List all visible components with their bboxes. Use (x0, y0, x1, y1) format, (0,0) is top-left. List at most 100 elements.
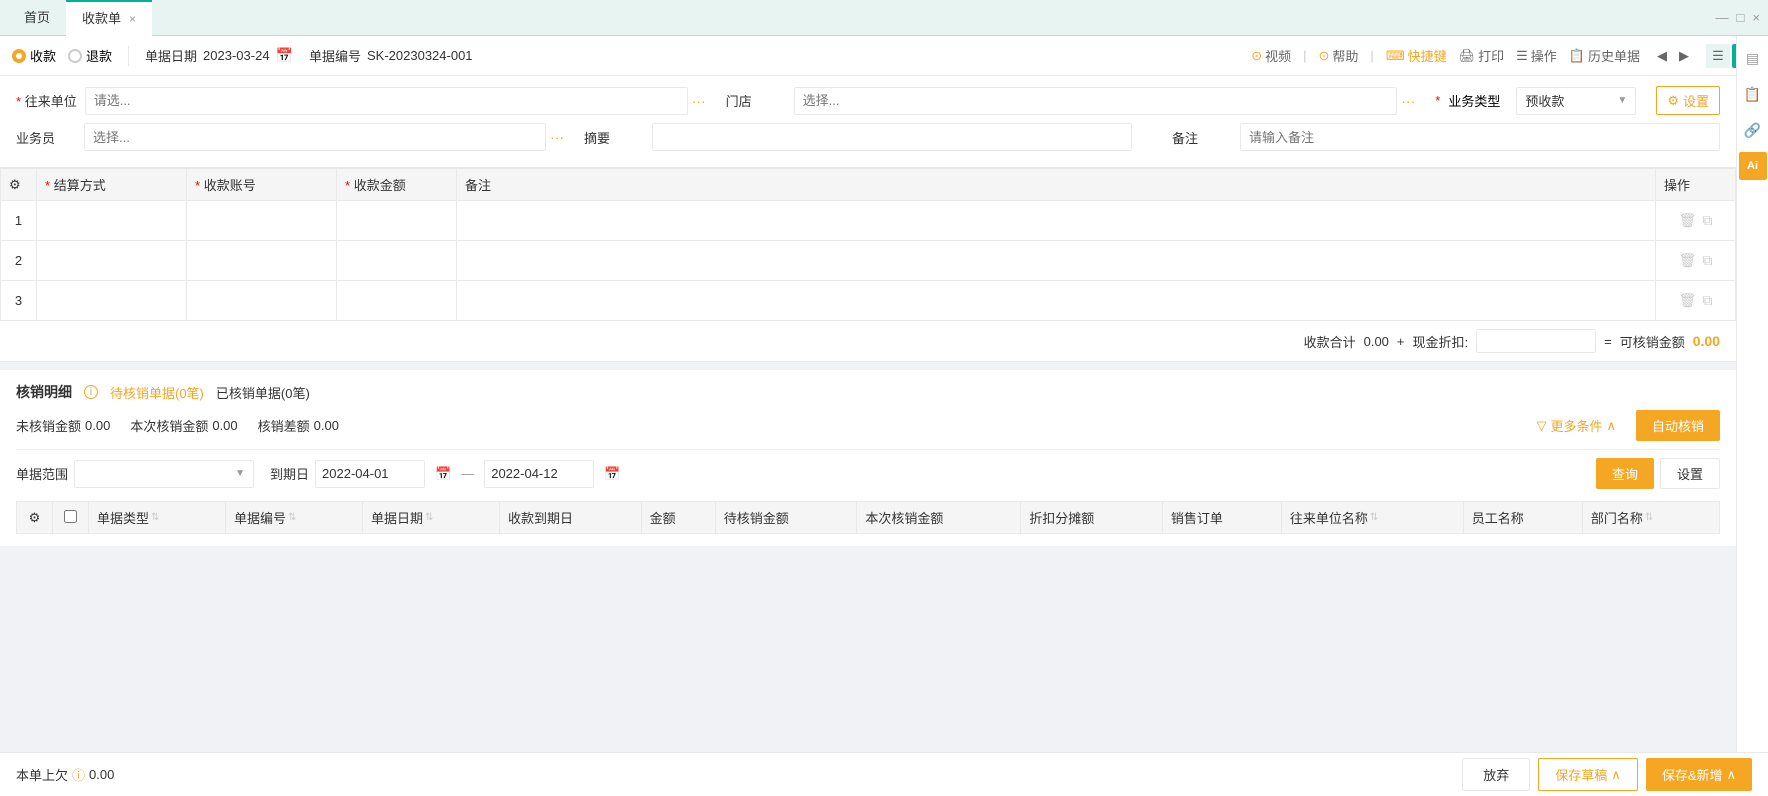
business-type-value: 预收款 (1525, 91, 1564, 110)
th-gear[interactable]: ⚙ (1, 169, 37, 201)
dth-gear[interactable]: ⚙ (17, 502, 53, 534)
summary-input[interactable] (652, 123, 1132, 151)
dth-counterparty: 往来单位名称 ⇅ (1281, 502, 1463, 534)
salesperson-field: 业务员 ··· (16, 123, 564, 151)
btn-print[interactable]: 🖨 打印 (1459, 46, 1505, 65)
row-amount-3[interactable] (337, 281, 457, 321)
discount-input[interactable] (1476, 329, 1596, 353)
ai-label: Ai (1747, 160, 1758, 172)
dth-checkbox[interactable] (53, 502, 89, 534)
counterparty-more-icon[interactable]: ··· (692, 93, 706, 109)
settings-btn2[interactable]: 设置 (1660, 458, 1720, 489)
date-to-icon[interactable]: 📅 (604, 466, 620, 482)
salesperson-more-icon[interactable]: ··· (550, 129, 564, 145)
row-op-1: 🗑 ⧉ (1656, 201, 1736, 241)
row-settle-3[interactable] (37, 281, 187, 321)
total-label: 收款合计 (1304, 332, 1356, 351)
tab-active-label: 收款单 (82, 1, 121, 37)
main-content: * 往来单位 ··· 门店 ··· * 业务类型 预收款 ▼ (0, 76, 1768, 752)
counterparty-input[interactable] (85, 87, 688, 115)
select-all-checkbox[interactable] (64, 510, 77, 523)
more-conditions-btn[interactable]: ▽ 更多条件 ∧ (1536, 416, 1616, 435)
row-settle-1[interactable] (37, 201, 187, 241)
row-copy-icon-1[interactable]: ⧉ (1702, 212, 1712, 229)
row-delete-icon-1[interactable]: 🗑 (1679, 212, 1697, 229)
stat-unverified: 未核销金额 0.00 (16, 416, 110, 435)
query-btn[interactable]: 查询 (1596, 458, 1654, 489)
radio-refund[interactable]: 退款 (68, 46, 112, 65)
tab-active[interactable]: 收款单 × (66, 0, 152, 36)
sidebar-ai-icon[interactable]: Ai (1739, 152, 1767, 180)
btn-video[interactable]: ⊙ 视频 (1251, 46, 1291, 65)
settings-label: 设置 (1683, 91, 1709, 110)
nav-prev-btn[interactable]: ◀ (1652, 46, 1672, 66)
store-input[interactable] (794, 87, 1398, 115)
doc-range-select[interactable]: ▼ (74, 460, 254, 488)
doc-date-value: 2023-03-24 (203, 48, 270, 63)
done-tab[interactable]: 已核销单据(0笔) (216, 383, 310, 402)
row-copy-icon-3[interactable]: ⧉ (1702, 292, 1712, 309)
sidebar-doc-icon[interactable]: 📋 (1739, 80, 1767, 108)
dth-pending: 待核销金额 (715, 502, 857, 534)
row-account-1[interactable] (187, 201, 337, 241)
doc-date-icon[interactable]: 📅 (276, 47, 293, 64)
settings-button[interactable]: ⚙ 设置 (1656, 86, 1720, 115)
abandon-btn[interactable]: 放弃 (1462, 758, 1530, 791)
btn-history-label: 历史单据 (1588, 46, 1640, 65)
view-list-btn[interactable]: ☰ (1706, 44, 1730, 68)
sort-icon-num: ⇅ (288, 512, 296, 523)
business-type-field: * 业务类型 预收款 ▼ ⚙ 设置 (1435, 86, 1720, 115)
filter-form: 单据范围 ▼ 到期日 📅 — 📅 查询 设置 (16, 449, 1720, 497)
row-delete-icon-2[interactable]: 🗑 (1679, 252, 1697, 269)
row-amount-2[interactable] (337, 241, 457, 281)
tab-bar: 首页 收款单 × — □ × (0, 0, 1768, 36)
date-to-input[interactable] (484, 460, 594, 488)
sort-icon-date: ⇅ (425, 512, 433, 523)
btn-help[interactable]: ⊙ 帮助 (1319, 46, 1359, 65)
note-input[interactable] (1240, 123, 1720, 151)
row-remark-1[interactable] (457, 201, 1656, 241)
video-icon: ⊙ (1251, 48, 1262, 64)
sidebar-table-icon[interactable]: ▤ (1739, 44, 1767, 72)
radio-receive[interactable]: 收款 (12, 46, 56, 65)
diff-label: 核销差额 (258, 416, 310, 435)
save-draft-btn[interactable]: 保存草稿 ∧ (1538, 758, 1638, 791)
pending-tab[interactable]: 待核销单据(0笔) (110, 383, 204, 402)
date-from-icon[interactable]: 📅 (435, 466, 451, 482)
btn-operation[interactable]: ☰ 操作 (1516, 46, 1557, 65)
row-amount-1[interactable] (337, 201, 457, 241)
row-settle-2[interactable] (37, 241, 187, 281)
row-account-3[interactable] (187, 281, 337, 321)
tab-home[interactable]: 首页 (8, 0, 66, 36)
salesperson-input[interactable] (84, 123, 546, 151)
window-max-icon[interactable]: □ (1737, 10, 1745, 25)
business-type-select[interactable]: 预收款 ▼ (1516, 87, 1636, 115)
sidebar-link-icon[interactable]: 🔗 (1739, 116, 1767, 144)
save-new-btn[interactable]: 保存&新增 ∧ (1646, 758, 1752, 791)
btn-shortcut[interactable]: ⌨ 快捷键 (1386, 46, 1447, 65)
store-more-icon[interactable]: ··· (1401, 93, 1415, 109)
th-account: * 收款账号 (187, 169, 337, 201)
doc-num-label: 单据编号 (309, 46, 361, 65)
detail-table-header: ⚙ 单据类型 ⇅ 单据编号 (17, 502, 1720, 534)
form-row-2: 业务员 ··· 摘要 备注 (16, 123, 1720, 151)
date-from-input[interactable] (315, 460, 425, 488)
row-remark-2[interactable] (457, 241, 1656, 281)
btn-operation-label: 操作 (1531, 46, 1557, 65)
row-account-2[interactable] (187, 241, 337, 281)
row-copy-icon-2[interactable]: ⧉ (1702, 252, 1712, 269)
window-min-icon[interactable]: — (1716, 10, 1729, 25)
auto-writeoff-btn[interactable]: 自动核销 (1636, 410, 1720, 441)
row-num-1: 1 (1, 201, 37, 241)
equals-sign: = (1604, 334, 1612, 349)
dth-sales-order: 销售订单 (1162, 502, 1281, 534)
tab-close-icon[interactable]: × (129, 1, 136, 37)
row-op-3: 🗑 ⧉ (1656, 281, 1736, 321)
window-close-icon[interactable]: × (1752, 10, 1760, 25)
row-delete-icon-3[interactable]: 🗑 (1679, 292, 1697, 309)
row-remark-3[interactable] (457, 281, 1656, 321)
nav-next-btn[interactable]: ▶ (1674, 46, 1694, 66)
btn-history[interactable]: 📋 历史单据 (1569, 46, 1640, 65)
stat-info-icon[interactable]: ⓘ (72, 765, 85, 784)
info-icon[interactable]: i (84, 385, 98, 399)
